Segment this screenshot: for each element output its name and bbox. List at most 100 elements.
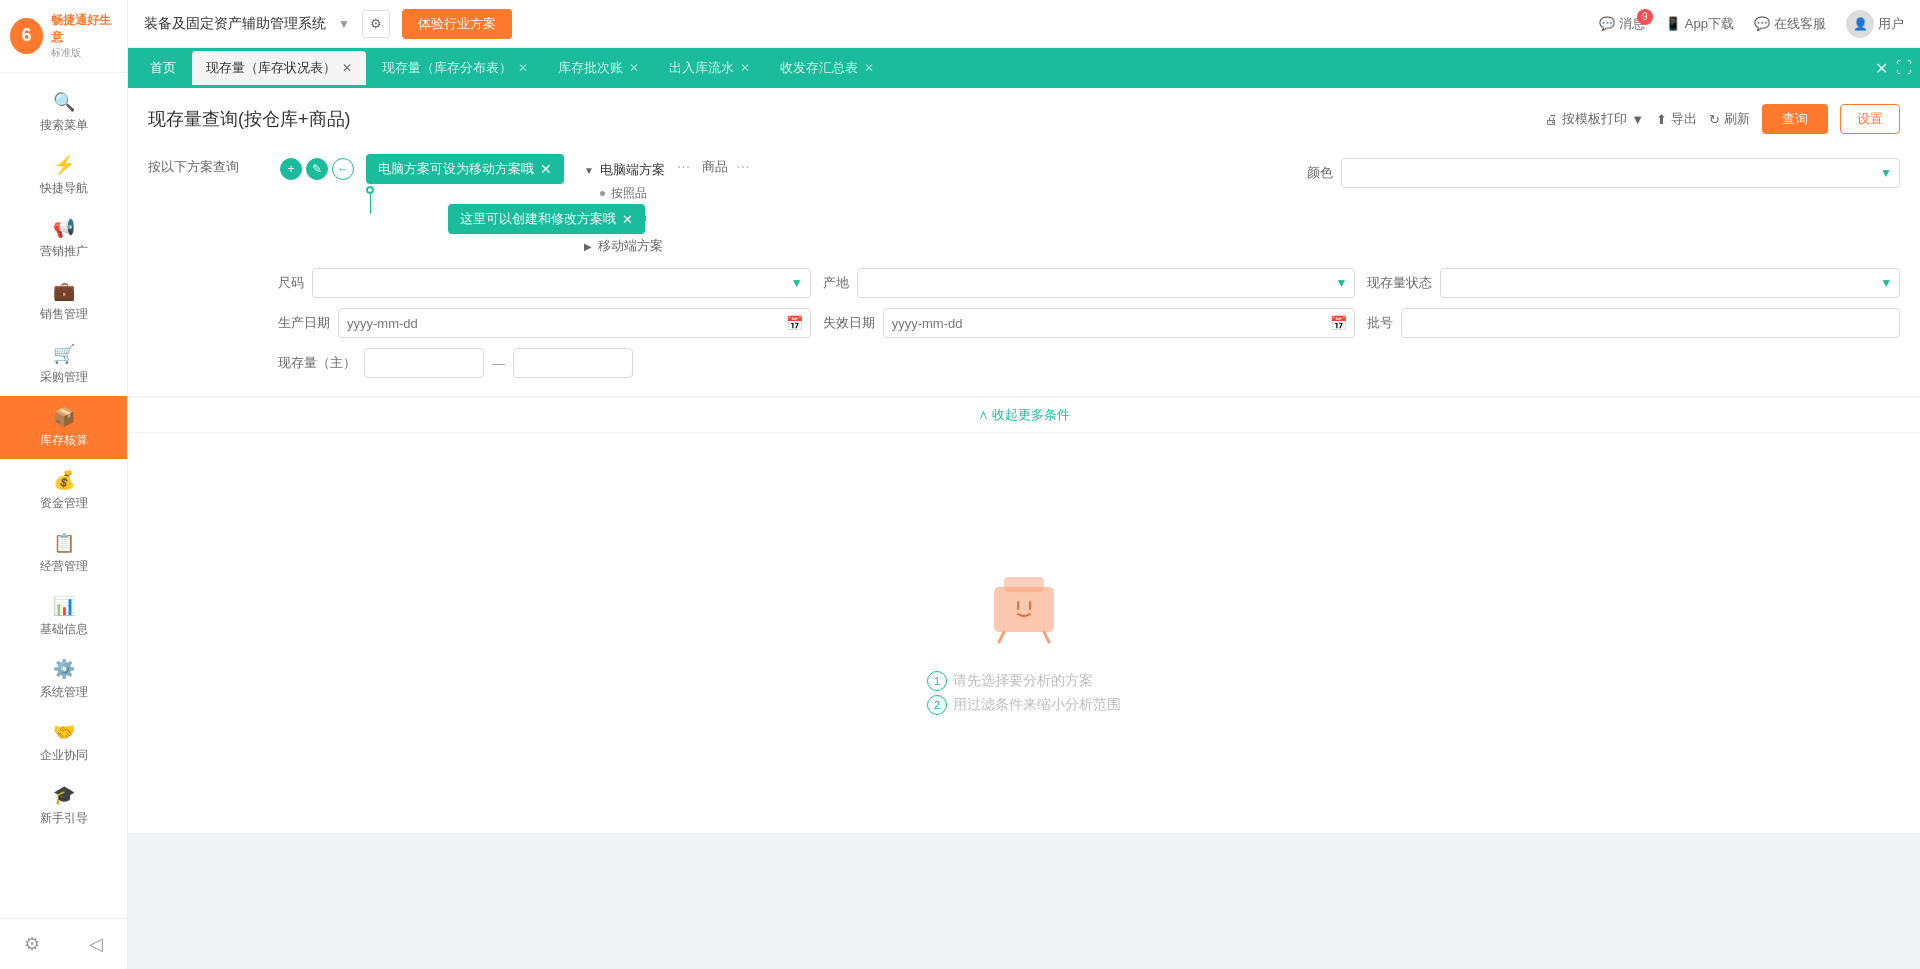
sidebar-item-sales[interactable]: 💼 销售管理 — [0, 270, 127, 333]
user-btn[interactable]: 👤 用户 — [1846, 10, 1904, 38]
maximize-btn[interactable]: ⛶ — [1896, 59, 1912, 77]
settings-bottom-btn[interactable]: ⚙ — [18, 927, 46, 961]
color-select[interactable] — [1341, 158, 1900, 188]
edit-scheme-btn[interactable]: ✎ — [306, 158, 328, 180]
expiry-date-input[interactable] — [883, 308, 1356, 338]
refresh-btn[interactable]: ↻ 刷新 — [1709, 110, 1750, 128]
operation-nav-icon: 📋 — [53, 532, 75, 554]
sidebar-item-label-enterprise: 企业协同 — [40, 747, 88, 764]
prod-date-calendar-icon[interactable]: 📅 — [786, 315, 803, 331]
origin-select[interactable] — [857, 268, 1356, 298]
sidebar-item-marketing[interactable]: 📢 营销推广 — [0, 207, 127, 270]
page-actions: 🖨 按模板打印 ▼ ⬆ 导出 ↻ 刷新 查询 设置 — [1545, 104, 1900, 134]
industry-btn[interactable]: 体验行业方案 — [402, 9, 512, 39]
tab-home[interactable]: 首页 — [136, 51, 190, 85]
dots-product: ··· — [736, 158, 749, 176]
app-download-btn[interactable]: 📱 App下载 — [1665, 15, 1734, 33]
tab-close-icon-2[interactable]: ✕ — [518, 61, 528, 75]
tab-inventory-status-label: 现存量（库存状况表） — [206, 59, 336, 77]
sidebar-nav: 🔍 搜索菜单 ⚡ 快捷导航 📢 营销推广 💼 销售管理 🛒 采购管理 📦 库存核… — [0, 73, 127, 918]
filter-area: 按以下方案查询 + ✎ ← 电脑方案可设为移动方案哦 ✕ — [128, 142, 1920, 397]
mobile-scheme-label: 移动端方案 — [598, 237, 663, 255]
export-btn[interactable]: ⬆ 导出 — [1656, 110, 1697, 128]
stock-range-separator: — — [492, 356, 505, 371]
message-badge: 9 — [1637, 9, 1653, 25]
prod-date-input[interactable] — [338, 308, 811, 338]
step1-text: 请先选择要分析的方案 — [953, 672, 1093, 690]
online-service-btn[interactable]: 💬 在线客服 — [1754, 15, 1826, 33]
sidebar-item-operation[interactable]: 📋 经营管理 — [0, 522, 127, 585]
stock-min-input[interactable] — [364, 348, 484, 378]
empty-steps: 1 请先选择要分析的方案 2 用过滤条件来缩小分析范围 — [927, 667, 1121, 719]
sidebar-item-label-finance: 资金管理 — [40, 495, 88, 512]
topbar: 装备及固定资产辅助管理系统 ▼ ⚙ 体验行业方案 💬 消息 9 📱 App下载 … — [128, 0, 1920, 48]
tab-close-icon-3[interactable]: ✕ — [629, 61, 639, 75]
collapse-btn[interactable]: ∧ 收起更多条件 — [128, 397, 1920, 432]
sidebar-item-guide[interactable]: ⚡ 快捷导航 — [0, 144, 127, 207]
batch-input[interactable] — [1401, 308, 1900, 338]
svg-line-6 — [1044, 632, 1049, 642]
tab-inventory-status[interactable]: 现存量（库存状况表） ✕ — [192, 51, 366, 85]
app-download-label: App下载 — [1685, 15, 1734, 33]
tab-inventory-dist-label: 现存量（库存分布表） — [382, 59, 512, 77]
size-field-label: 尺码 — [278, 274, 304, 292]
query-button[interactable]: 查询 — [1762, 104, 1828, 134]
sidebar-item-finance[interactable]: 💰 资金管理 — [0, 459, 127, 522]
scheme-tree-desktop[interactable]: ▼ 电脑端方案 — [584, 158, 665, 182]
tab-close-icon-5[interactable]: ✕ — [864, 61, 874, 75]
sidebar-item-label-marketing: 营销推广 — [40, 243, 88, 260]
sidebar-item-system[interactable]: ⚙️ 系统管理 — [0, 648, 127, 711]
tab-close-icon-1[interactable]: ✕ — [342, 61, 352, 75]
stock-status-field-label: 现存量状态 — [1367, 274, 1432, 292]
step1-num: 1 — [927, 671, 947, 691]
sidebar-item-label-system: 系统管理 — [40, 684, 88, 701]
dropdown-arrow-icon: ▼ — [338, 17, 350, 31]
sidebar-item-newbie[interactable]: 🎓 新手引导 — [0, 774, 127, 837]
scheme-tree-child-1[interactable]: 按照品 — [600, 182, 665, 205]
collapse-up-icon: ∧ — [978, 407, 989, 422]
sidebar-item-inventory[interactable]: 📦 库存核算 — [0, 396, 127, 459]
stock-status-select[interactable] — [1440, 268, 1900, 298]
sidebar-item-enterprise[interactable]: 🤝 企业协同 — [0, 711, 127, 774]
export-label: 导出 — [1671, 110, 1697, 128]
settings-button[interactable]: 设置 — [1840, 104, 1900, 134]
service-icon: 💬 — [1754, 16, 1770, 31]
sidebar-item-label-sales: 销售管理 — [40, 306, 88, 323]
brand-name: 畅捷通好生意 — [51, 12, 117, 46]
tab-flow[interactable]: 出入库流水 ✕ — [655, 51, 764, 85]
print-btn[interactable]: 🖨 按模板打印 ▼ — [1545, 110, 1644, 128]
print-label: 按模板打印 — [1562, 110, 1627, 128]
collapse-bottom-btn[interactable]: ◁ — [83, 927, 109, 961]
edit-tooltip-text: 这里可以创建和修改方案哦 — [460, 210, 616, 228]
add-scheme-btn[interactable]: + — [280, 158, 302, 180]
tab-batch-account[interactable]: 库存批次账 ✕ — [544, 51, 653, 85]
tab-close-icon-4[interactable]: ✕ — [740, 61, 750, 75]
tab-inventory-dist[interactable]: 现存量（库存分布表） ✕ — [368, 51, 542, 85]
step2-num: 2 — [927, 695, 947, 715]
page-header: 现存量查询(按仓库+商品) 🖨 按模板打印 ▼ ⬆ 导出 ↻ 刷新 — [128, 88, 1920, 142]
scheme-tree-mobile[interactable]: ▶ 移动端方案 — [584, 234, 665, 258]
marketing-nav-icon: 📢 — [53, 217, 75, 239]
main-area: 装备及固定资产辅助管理系统 ▼ ⚙ 体验行业方案 💬 消息 9 📱 App下载 … — [128, 0, 1920, 969]
sidebar-item-purchase[interactable]: 🛒 采购管理 — [0, 333, 127, 396]
desktop-scheme-label: 电脑端方案 — [600, 161, 665, 179]
size-select[interactable] — [312, 268, 811, 298]
back-scheme-btn[interactable]: ← — [332, 158, 354, 180]
print-arrow-icon: ▼ — [1631, 112, 1644, 127]
scheme-tooltip-close[interactable]: ✕ — [540, 161, 552, 177]
message-btn[interactable]: 💬 消息 9 — [1599, 15, 1645, 33]
message-icon: 💬 — [1599, 16, 1615, 31]
sidebar-item-search[interactable]: 🔍 搜索菜单 — [0, 81, 127, 144]
filter-scheme-label: 按以下方案查询 — [148, 158, 239, 176]
gear-button[interactable]: ⚙ — [362, 10, 390, 38]
stock-max-input[interactable] — [513, 348, 633, 378]
scheme-tooltip-text: 电脑方案可设为移动方案哦 — [378, 160, 534, 178]
expiry-date-calendar-icon[interactable]: 📅 — [1330, 315, 1347, 331]
tab-summary[interactable]: 收发存汇总表 ✕ — [766, 51, 888, 85]
edit-tooltip-close[interactable]: ✕ — [622, 212, 633, 227]
tab-summary-label: 收发存汇总表 — [780, 59, 858, 77]
sidebar-item-basic[interactable]: 📊 基础信息 — [0, 585, 127, 648]
page-title: 现存量查询(按仓库+商品) — [148, 107, 351, 131]
close-all-btn[interactable]: ✕ — [1875, 59, 1888, 78]
topbar-right: 💬 消息 9 📱 App下载 💬 在线客服 👤 用户 — [1599, 10, 1904, 38]
